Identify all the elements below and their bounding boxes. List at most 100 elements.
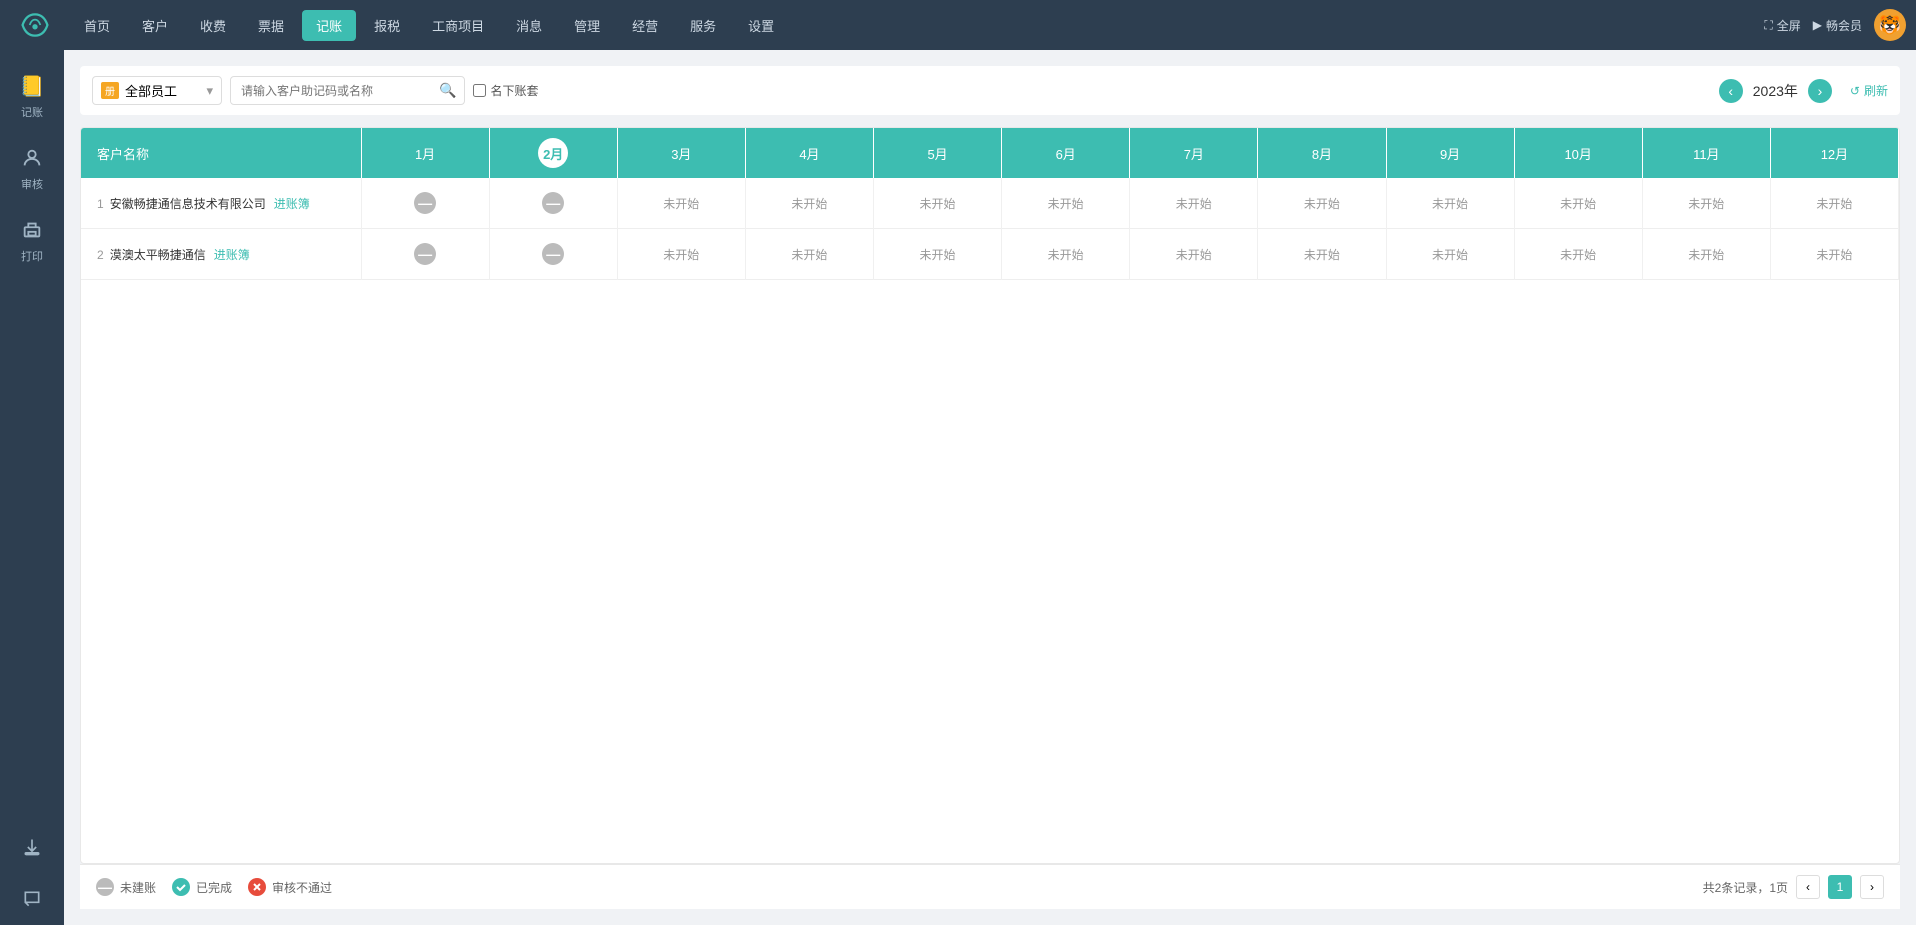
enter-ledger-link[interactable]: 进账簿 (274, 197, 310, 211)
nav-item-经营[interactable]: 经营 (618, 10, 672, 41)
status-not-started: 未开始 (1432, 248, 1468, 262)
col-month-2[interactable]: 2月 (489, 128, 617, 178)
nav-item-消息[interactable]: 消息 (502, 10, 556, 41)
status-not-started: 未开始 (791, 197, 827, 211)
sidebar: 📒 记账 审核 打印 (0, 50, 64, 925)
month-cell-1-2[interactable]: — (489, 178, 617, 229)
col-month-10[interactable]: 10月 (1514, 128, 1642, 178)
sidebar-item-shenhe[interactable]: 审核 (0, 132, 64, 204)
status-dash-icon: — (414, 243, 436, 265)
next-year-button[interactable]: › (1808, 79, 1832, 103)
status-not-started: 未开始 (663, 197, 699, 211)
refresh-label: 刷新 (1864, 82, 1888, 99)
search-input[interactable] (231, 79, 431, 103)
chat-icon (18, 885, 46, 913)
status-not-started: 未开始 (791, 248, 827, 262)
avatar[interactable]: 🐯 (1874, 9, 1906, 41)
data-table: 客户名称 1月 2月 3月 4月 5月 6月 7月 8月 9月 10月 11月 … (81, 128, 1899, 280)
status-not-started: 未开始 (1432, 197, 1468, 211)
nav-item-设置[interactable]: 设置 (734, 10, 788, 41)
search-button[interactable]: 🔍 (431, 77, 464, 104)
nav-item-票据[interactable]: 票据 (244, 10, 298, 41)
month-cell-1-12: 未开始 (1770, 178, 1898, 229)
col-month-11[interactable]: 11月 (1642, 128, 1770, 178)
status-not-started: 未开始 (1560, 248, 1596, 262)
status-not-started: 未开始 (1688, 248, 1724, 262)
prev-page-button[interactable]: ‹ (1796, 875, 1820, 899)
col-month-9[interactable]: 9月 (1386, 128, 1514, 178)
month-cell-2-3: 未开始 (617, 229, 745, 280)
logo (10, 9, 60, 41)
chevron-down-icon: ▾ (206, 83, 213, 99)
nav-item-记账[interactable]: 记账 (302, 10, 356, 41)
employee-select[interactable]: 册 全部员工 ▾ (92, 76, 222, 105)
sidebar-item-chat[interactable] (0, 873, 64, 925)
month-cell-1-9: 未开始 (1386, 178, 1514, 229)
refresh-icon: ↺ (1850, 84, 1860, 98)
month-cell-2-8: 未开始 (1258, 229, 1386, 280)
status-not-started: 未开始 (1304, 248, 1340, 262)
month-cell-2-12: 未开始 (1770, 229, 1898, 280)
prev-year-button[interactable]: ‹ (1719, 79, 1743, 103)
month-cell-2-7: 未开始 (1130, 229, 1258, 280)
month-cell-1-10: 未开始 (1514, 178, 1642, 229)
nav-item-工商项目[interactable]: 工商项目 (418, 10, 498, 41)
sidebar-item-jizhang[interactable]: 📒 记账 (0, 60, 64, 132)
client-name: 漠澳太平畅捷通信 (110, 248, 206, 262)
nav-item-收费[interactable]: 收费 (186, 10, 240, 41)
month-cell-2-10: 未开始 (1514, 229, 1642, 280)
search-box: 🔍 (230, 76, 465, 105)
status-not-started: 未开始 (1560, 197, 1596, 211)
member-btn[interactable]: ▶ 畅会员 (1813, 17, 1862, 34)
month-cell-2-6: 未开始 (1002, 229, 1130, 280)
my-accounts-checkbox[interactable]: 名下账套 (473, 82, 538, 99)
col-month-12[interactable]: 12月 (1770, 128, 1898, 178)
legend-completed: 已完成 (172, 878, 232, 896)
next-page-button[interactable]: › (1860, 875, 1884, 899)
nav-item-报税[interactable]: 报税 (360, 10, 414, 41)
col-month-1[interactable]: 1月 (361, 128, 489, 178)
nav-item-首页[interactable]: 首页 (70, 10, 124, 41)
nav-item-管理[interactable]: 管理 (560, 10, 614, 41)
month-cell-1-7: 未开始 (1130, 178, 1258, 229)
month-cell-1-6: 未开始 (1002, 178, 1130, 229)
status-not-started: 未开始 (1048, 197, 1084, 211)
status-not-started: 未开始 (1048, 248, 1084, 262)
month-cell-2-11: 未开始 (1642, 229, 1770, 280)
col-month-5[interactable]: 5月 (874, 128, 1002, 178)
status-not-started: 未开始 (1176, 248, 1212, 262)
month-cell-1-1[interactable]: — (361, 178, 489, 229)
month-cell-2-2[interactable]: — (489, 229, 617, 280)
total-records-label: 共2条记录，1页 (1703, 879, 1788, 896)
download-icon (18, 833, 46, 861)
page-1-button[interactable]: 1 (1828, 875, 1852, 899)
sidebar-item-download[interactable] (0, 821, 64, 873)
col-month-4[interactable]: 4月 (745, 128, 873, 178)
status-not-started: 未开始 (920, 248, 956, 262)
month-cell-2-4: 未开始 (745, 229, 873, 280)
col-month-8[interactable]: 8月 (1258, 128, 1386, 178)
fullscreen-btn[interactable]: ⛶ 全屏 (1764, 17, 1800, 34)
sidebar-item-print[interactable]: 打印 (0, 204, 64, 276)
month-cell-2-9: 未开始 (1386, 229, 1514, 280)
col-month-6[interactable]: 6月 (1002, 128, 1130, 178)
refresh-button[interactable]: ↺ 刷新 (1850, 82, 1888, 99)
nav-right: ⛶ 全屏 ▶ 畅会员 🐯 (1764, 9, 1906, 41)
fullscreen-label: 全屏 (1777, 17, 1801, 34)
my-accounts-checkbox-input[interactable] (473, 84, 486, 97)
status-not-started: 未开始 (1688, 197, 1724, 211)
nav-item-服务[interactable]: 服务 (676, 10, 730, 41)
enter-ledger-link[interactable]: 进账簿 (214, 248, 250, 262)
status-not-started: 未开始 (1304, 197, 1340, 211)
table-row: 1安徽畅捷通信息技术有限公司进账簿——未开始未开始未开始未开始未开始未开始未开始… (81, 178, 1899, 229)
data-table-wrap: 客户名称 1月 2月 3月 4月 5月 6月 7月 8月 9月 10月 11月 … (80, 127, 1900, 864)
col-month-3[interactable]: 3月 (617, 128, 745, 178)
legend-dot-teal (172, 878, 190, 896)
status-dash-icon: — (542, 192, 564, 214)
month-cell-2-1[interactable]: — (361, 229, 489, 280)
legend-not-created: — 未建账 (96, 878, 156, 896)
legend-not-created-label: 未建账 (120, 879, 156, 896)
col-month-7[interactable]: 7月 (1130, 128, 1258, 178)
nav-item-客户[interactable]: 客户 (128, 10, 182, 41)
footer: — 未建账 已完成 审核不通过 共2条记录，1页 ‹ 1 › (80, 864, 1900, 909)
